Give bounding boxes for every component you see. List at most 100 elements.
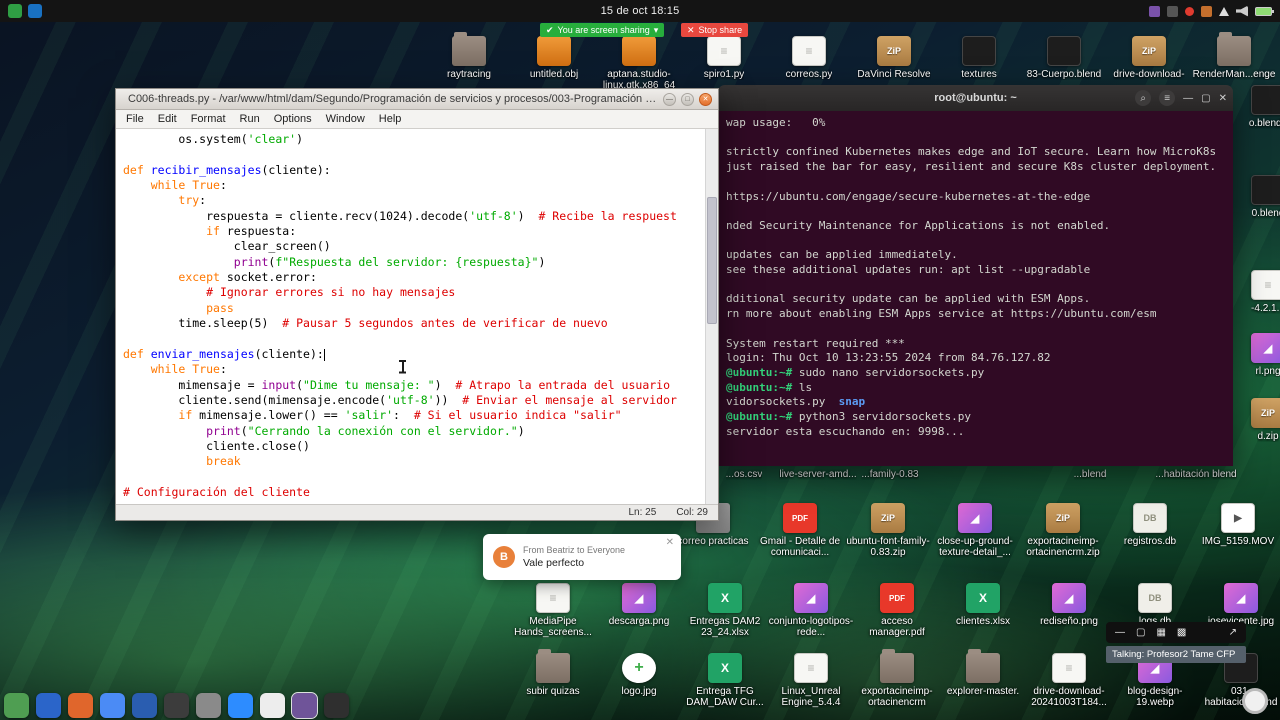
meeting-controls[interactable]: — ▢ ▦ ▩ ↗ xyxy=(1106,622,1246,643)
volume-icon[interactable] xyxy=(1236,5,1248,17)
desktop-icon[interactable]: ZiP exportacineimp-ortacinencrm.zip xyxy=(1020,503,1106,558)
xlsx-file-icon: X xyxy=(966,583,1000,613)
desktop-icon[interactable]: ...blend xyxy=(1047,466,1133,480)
close-icon[interactable]: ✕ xyxy=(666,537,674,548)
desktop-icon-label: RenderMan...enge xyxy=(1192,69,1276,80)
menu-window[interactable]: Window xyxy=(319,111,372,127)
scrollbar-thumb[interactable] xyxy=(707,196,717,324)
desktop-icon[interactable]: + logo.jpg xyxy=(596,653,682,697)
desktop-icon[interactable]: o.blend1 xyxy=(1225,85,1280,129)
minimize-button[interactable]: — xyxy=(663,92,676,106)
desktop-icon[interactable]: textures xyxy=(936,36,1022,80)
dock-icon-settings[interactable] xyxy=(260,693,285,718)
desktop-icon[interactable]: ≡ MediaPipe Hands_screens... xyxy=(510,583,596,638)
desktop-icon[interactable]: PDF acceso manager.pdf xyxy=(854,583,940,638)
menu-edit[interactable]: Edit xyxy=(151,111,184,127)
menu-format[interactable]: Format xyxy=(184,111,233,127)
close-icon[interactable]: ✕ xyxy=(1219,93,1227,104)
desktop-icon[interactable]: ≡ spiro1.py xyxy=(681,36,767,80)
desktop-icon[interactable]: raytracing xyxy=(426,32,512,80)
meeting-control-icon-4[interactable]: ▩ xyxy=(1177,627,1186,638)
meeting-control-icon-1[interactable]: — xyxy=(1115,627,1125,638)
desktop-icon[interactable]: ...family-0.83 xyxy=(847,466,933,480)
idle-title-bar[interactable]: C006-threads.py - /var/www/html/dam/Segu… xyxy=(116,89,718,110)
code-area[interactable]: os.system('clear') def recibir_mensajes(… xyxy=(116,129,705,504)
dock-icon-firefox[interactable] xyxy=(68,693,93,718)
desktop-icon-label: clientes.xlsx xyxy=(956,616,1010,627)
screen-sharing-banner[interactable]: ✔ You are screen sharing ▾ xyxy=(540,23,665,37)
keyboard-icon[interactable] xyxy=(1167,5,1178,17)
desktop-icon[interactable]: X Entregas DAM2 23_24.xlsx xyxy=(682,583,768,638)
dock-icon-audio[interactable] xyxy=(164,693,189,718)
desktop-icon[interactable]: 0.blend xyxy=(1225,175,1280,219)
dock-icon-files[interactable] xyxy=(196,693,221,718)
desktop-icon[interactable]: Xclientes.xlsx xyxy=(940,583,1026,627)
network-icon[interactable] xyxy=(1219,6,1229,16)
img-file-icon: ◢ xyxy=(794,583,828,613)
desktop-icon[interactable]: explorer-master. xyxy=(940,649,1026,697)
desktop-icon[interactable]: ZiP DaVinci Resolve xyxy=(851,36,937,80)
screenshare-indicator-icon xyxy=(1201,5,1212,17)
desktop-icon[interactable]: ≡ correos.py xyxy=(766,36,852,80)
desktop-icon[interactable]: RenderMan...enge xyxy=(1191,32,1277,80)
minimize-icon[interactable]: — xyxy=(1183,93,1193,104)
desktop-icon[interactable]: ◢ conjunto-logotipos-rede... xyxy=(768,583,854,638)
stop-share-button[interactable]: ✕ Stop share xyxy=(681,23,749,37)
search-icon[interactable]: ⌕ xyxy=(1135,90,1152,106)
menu-icon[interactable]: ≡ xyxy=(1159,90,1176,106)
desktop-icon[interactable]: ◢ close-up-ground-texture-detail_... xyxy=(932,503,1018,558)
floating-desktop-button[interactable] xyxy=(1242,688,1268,714)
menu-file[interactable]: File xyxy=(119,111,151,127)
meeting-control-icon-3[interactable]: ▦ xyxy=(1156,627,1165,638)
desktop-icon[interactable]: ◢ rl.png xyxy=(1225,333,1280,377)
tray-terminal-icon[interactable] xyxy=(8,4,22,18)
menu-options[interactable]: Options xyxy=(267,111,319,127)
dock-icon-browser[interactable] xyxy=(36,693,61,718)
chat-notification[interactable]: B From Beatriz to Everyone Vale perfecto… xyxy=(483,534,681,580)
window-title: C006-threads.py - /var/www/html/dam/Segu… xyxy=(128,93,658,105)
menu-help[interactable]: Help xyxy=(372,111,409,127)
desktop-icon-label: exportacineimp-ortacinencrm.zip xyxy=(1026,536,1100,558)
desktop-icon[interactable]: DB registros.db xyxy=(1107,503,1193,547)
desktop-icon-label: blog-design-19.webp xyxy=(1127,686,1183,708)
terminal-title-bar[interactable]: root@ubuntu: ~ ⌕ ≡ — ▢ ✕ xyxy=(718,85,1233,111)
desktop-icon[interactable]: ≡ Linux_Unreal Engine_5.4.4 xyxy=(768,653,854,708)
desktop-icon[interactable]: ◢josevicente.jpg xyxy=(1198,583,1280,627)
expand-icon[interactable]: ↗ xyxy=(1229,627,1237,638)
meeting-control-icon-2[interactable]: ▢ xyxy=(1136,627,1145,638)
dock-icon-mail[interactable] xyxy=(132,693,157,718)
dock-icon-screenshot-tool[interactable] xyxy=(291,692,318,719)
maximize-icon[interactable]: ▢ xyxy=(1201,93,1210,104)
desktop-icon[interactable]: PDF Gmail - Detalle de comunicaci... xyxy=(757,503,843,558)
scrollbar[interactable] xyxy=(705,129,718,504)
desktop-icon[interactable]: aptana.studio-linux.gtk.x86_64 xyxy=(596,36,682,91)
desktop-icon[interactable]: ...habitación blend xyxy=(1153,466,1239,480)
tray-indicator-icon[interactable] xyxy=(1149,5,1160,17)
menu-run[interactable]: Run xyxy=(233,111,267,127)
desktop-icon[interactable]: ≡ drive-download-20241003T184... xyxy=(1026,653,1112,708)
maximize-button[interactable]: □ xyxy=(681,92,694,106)
desktop-icon[interactable]: subir quizas xyxy=(510,649,596,697)
desktop-icon[interactable]: ZiP ubuntu-font-family-0.83.zip xyxy=(845,503,931,558)
dock-icon-zoom[interactable] xyxy=(228,693,253,718)
desktop-icon[interactable]: ▶ IMG_5159.MOV xyxy=(1195,503,1280,547)
desktop-icon[interactable]: DBlogs.db xyxy=(1112,583,1198,627)
desktop-icon[interactable]: untitled.obj xyxy=(511,36,597,80)
dock-icon-terminal[interactable] xyxy=(324,693,349,718)
desktop-icon[interactable]: ≡ -4.2.1... xyxy=(1225,270,1280,314)
desktop-icon[interactable]: X Entrega TFG DAM_DAW Cur... xyxy=(682,653,768,708)
mouse-cursor-ibeam xyxy=(398,359,407,374)
desktop-icon[interactable]: ZiP d.zip xyxy=(1225,398,1280,442)
desktop-icon[interactable]: exportacineimp-ortacinencrm xyxy=(854,649,940,708)
tray-app-icon[interactable] xyxy=(28,4,42,18)
terminal-output[interactable]: wap usage: 0% strictly confined Kubernet… xyxy=(718,111,1233,466)
desktop-icon[interactable]: 83-Cuerpo.blend xyxy=(1021,36,1107,80)
clock[interactable]: 15 de oct 18:15 xyxy=(601,5,680,17)
close-button[interactable]: ✕ xyxy=(699,92,712,106)
desktop-icon[interactable]: ◢ rediseño.png xyxy=(1026,583,1112,627)
desktop-icon[interactable]: ZiP drive-download- xyxy=(1106,36,1192,80)
desktop-icon[interactable]: ◢ descarga.png xyxy=(596,583,682,627)
battery-icon[interactable] xyxy=(1255,6,1274,16)
dock-icon-messaging[interactable] xyxy=(4,693,29,718)
dock-icon-chrome[interactable] xyxy=(100,693,125,718)
